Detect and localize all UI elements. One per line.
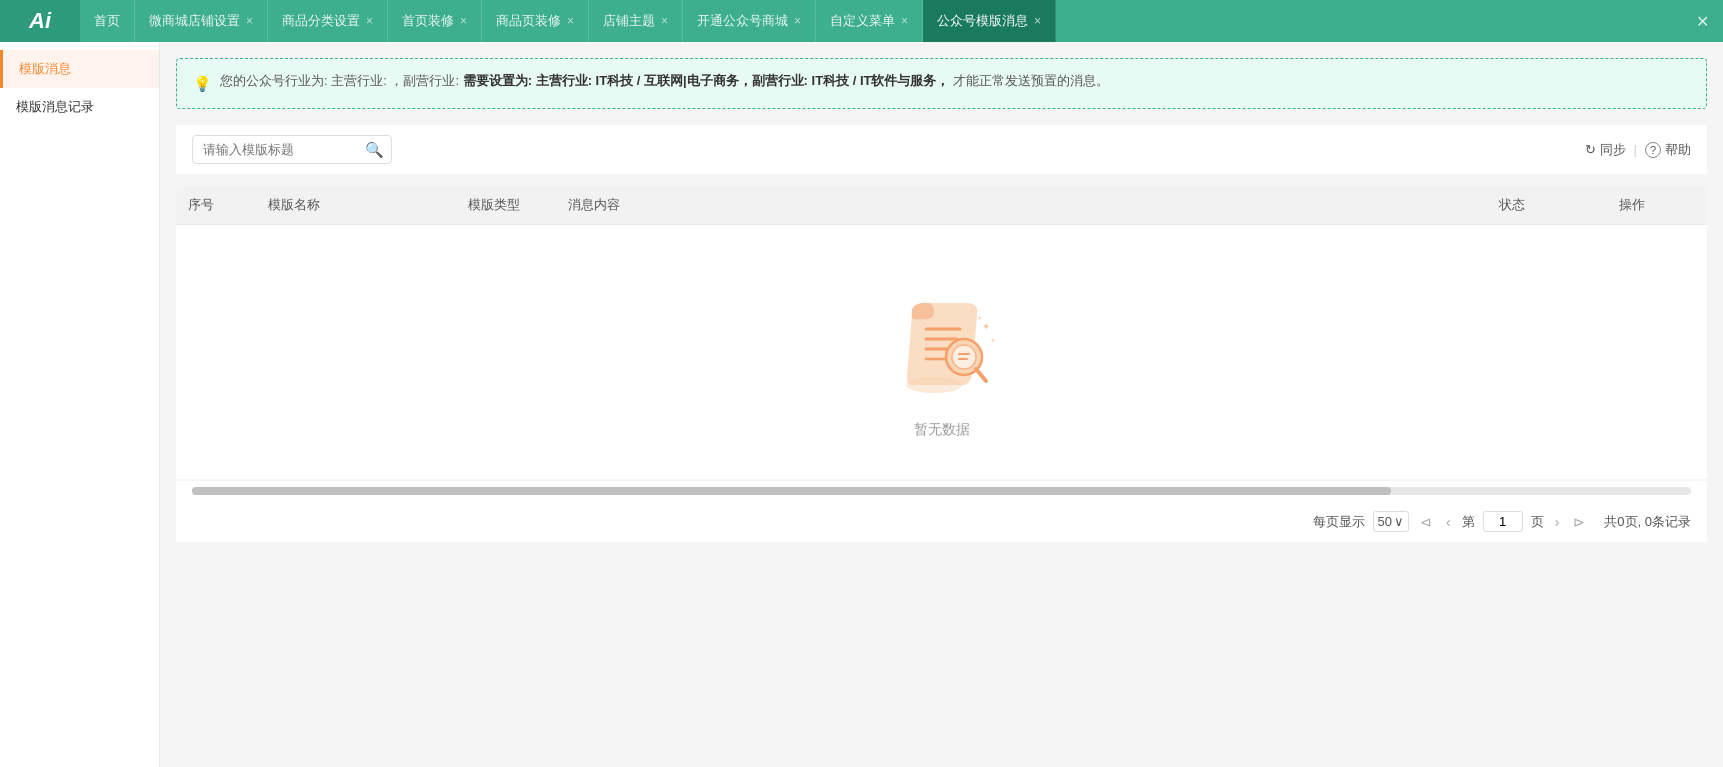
- table-header: 序号 模版名称 模版类型 消息内容 状态 操作: [176, 186, 1707, 225]
- table-body: ✦ ✦ ✦ 暂无数据: [176, 225, 1707, 480]
- tab-open-mall[interactable]: 开通公众号商城 ×: [683, 0, 816, 42]
- prev-page-button[interactable]: ‹: [1443, 514, 1454, 530]
- scrollbar-area[interactable]: [176, 481, 1707, 501]
- tab-label: 首页: [94, 12, 120, 30]
- app-logo: Ai: [0, 0, 80, 42]
- per-page-select[interactable]: 50 ∨: [1373, 511, 1409, 532]
- empty-icon: ✦ ✦ ✦: [882, 285, 1002, 405]
- tab-close-product-decoration[interactable]: ×: [567, 15, 574, 27]
- main-layout: 模版消息模版消息记录 💡 您的公众号行业为: 主营行业: ，副营行业: 需要设置…: [0, 42, 1723, 767]
- search-input-wrap: 🔍: [192, 135, 392, 164]
- sync-button[interactable]: ↻ 同步: [1585, 141, 1626, 159]
- th-name: 模版名称: [256, 186, 456, 225]
- content-area: 💡 您的公众号行业为: 主营行业: ，副营行业: 需要设置为: 主营行业: IT…: [160, 42, 1723, 767]
- page-suffix: 页: [1531, 513, 1544, 531]
- tab-close-template-msg[interactable]: ×: [1034, 15, 1041, 27]
- svg-text:✦: ✦: [990, 337, 996, 344]
- th-type: 模版类型: [456, 186, 556, 225]
- tab-close-shop-settings[interactable]: ×: [246, 15, 253, 27]
- tab-close-category-settings[interactable]: ×: [366, 15, 373, 27]
- svg-text:✦: ✦: [982, 321, 990, 332]
- search-button[interactable]: 🔍: [365, 141, 384, 159]
- svg-point-6: [952, 345, 976, 369]
- tab-home[interactable]: 首页: [80, 0, 135, 42]
- th-status: 状态: [1487, 186, 1607, 225]
- tab-label: 自定义菜单: [830, 12, 895, 30]
- tab-bar: 首页微商城店铺设置×商品分类设置×首页装修×商品页装修×店铺主题×开通公众号商城…: [80, 0, 1682, 42]
- tab-shop-settings[interactable]: 微商城店铺设置 ×: [135, 0, 268, 42]
- svg-text:✦: ✦: [977, 315, 982, 321]
- divider: |: [1634, 142, 1637, 157]
- scrollbar-thumb[interactable]: [192, 487, 1391, 495]
- th-action: 操作: [1607, 186, 1707, 225]
- total-text: 共0页, 0条记录: [1604, 513, 1691, 531]
- per-page-chevron: ∨: [1394, 514, 1404, 529]
- th-index: 序号: [176, 186, 256, 225]
- help-icon: ?: [1645, 142, 1661, 158]
- pagination: 每页显示 50 ∨ ⊲ ‹ 第 页 › ⊳ 共0页, 0条记录: [176, 501, 1707, 542]
- top-nav: Ai 首页微商城店铺设置×商品分类设置×首页装修×商品页装修×店铺主题×开通公众…: [0, 0, 1723, 42]
- sync-icon: ↻: [1585, 142, 1596, 157]
- per-page-label: 每页显示: [1313, 513, 1365, 531]
- close-all-button[interactable]: ✕: [1682, 0, 1723, 42]
- tab-template-msg[interactable]: 公众号模版消息 ×: [923, 0, 1056, 42]
- th-content: 消息内容: [556, 186, 1487, 225]
- tab-product-decoration[interactable]: 商品页装修 ×: [482, 0, 589, 42]
- notice-icon: 💡: [193, 72, 212, 96]
- tab-home-decoration[interactable]: 首页装修 ×: [388, 0, 482, 42]
- search-bar: 🔍 ↻ 同步 | ? 帮助: [176, 125, 1707, 174]
- scrollbar-track[interactable]: [192, 487, 1691, 495]
- sidebar-item-template-message-log[interactable]: 模版消息记录: [0, 88, 159, 126]
- page-input[interactable]: [1483, 511, 1523, 532]
- empty-text: 暂无数据: [914, 421, 970, 439]
- toolbar-right: ↻ 同步 | ? 帮助: [1585, 141, 1691, 159]
- empty-state: ✦ ✦ ✦ 暂无数据: [176, 225, 1707, 479]
- svg-line-9: [976, 369, 986, 381]
- data-table: 序号 模版名称 模版类型 消息内容 状态 操作: [176, 186, 1707, 479]
- tab-custom-menu[interactable]: 自定义菜单 ×: [816, 0, 923, 42]
- tab-label: 商品分类设置: [282, 12, 360, 30]
- help-button[interactable]: ? 帮助: [1645, 141, 1691, 159]
- first-page-button[interactable]: ⊲: [1417, 514, 1435, 530]
- sidebar: 模版消息模版消息记录: [0, 42, 160, 767]
- notice-banner: 💡 您的公众号行业为: 主营行业: ，副营行业: 需要设置为: 主营行业: IT…: [176, 58, 1707, 109]
- table-container: 序号 模版名称 模版类型 消息内容 状态 操作: [176, 186, 1707, 479]
- tab-close-open-mall[interactable]: ×: [794, 15, 801, 27]
- tab-label: 首页装修: [402, 12, 454, 30]
- tab-close-home-decoration[interactable]: ×: [460, 15, 467, 27]
- tab-label: 开通公众号商城: [697, 12, 788, 30]
- sync-label: 同步: [1600, 141, 1626, 159]
- tab-close-custom-menu[interactable]: ×: [901, 15, 908, 27]
- tab-category-settings[interactable]: 商品分类设置 ×: [268, 0, 388, 42]
- help-label: 帮助: [1665, 141, 1691, 159]
- tab-close-shop-theme[interactable]: ×: [661, 15, 668, 27]
- page-label: 第: [1462, 513, 1475, 531]
- tab-label: 店铺主题: [603, 12, 655, 30]
- next-page-button[interactable]: ›: [1552, 514, 1563, 530]
- last-page-button[interactable]: ⊳: [1570, 514, 1588, 530]
- tab-label: 微商城店铺设置: [149, 12, 240, 30]
- per-page-value: 50: [1378, 514, 1392, 529]
- tab-label: 商品页装修: [496, 12, 561, 30]
- tab-label: 公众号模版消息: [937, 12, 1028, 30]
- sidebar-item-template-message[interactable]: 模版消息: [0, 50, 159, 88]
- notice-text: 您的公众号行业为: 主营行业: ，副营行业: 需要设置为: 主营行业: IT科技…: [220, 71, 1109, 92]
- tab-shop-theme[interactable]: 店铺主题 ×: [589, 0, 683, 42]
- search-input[interactable]: [192, 135, 392, 164]
